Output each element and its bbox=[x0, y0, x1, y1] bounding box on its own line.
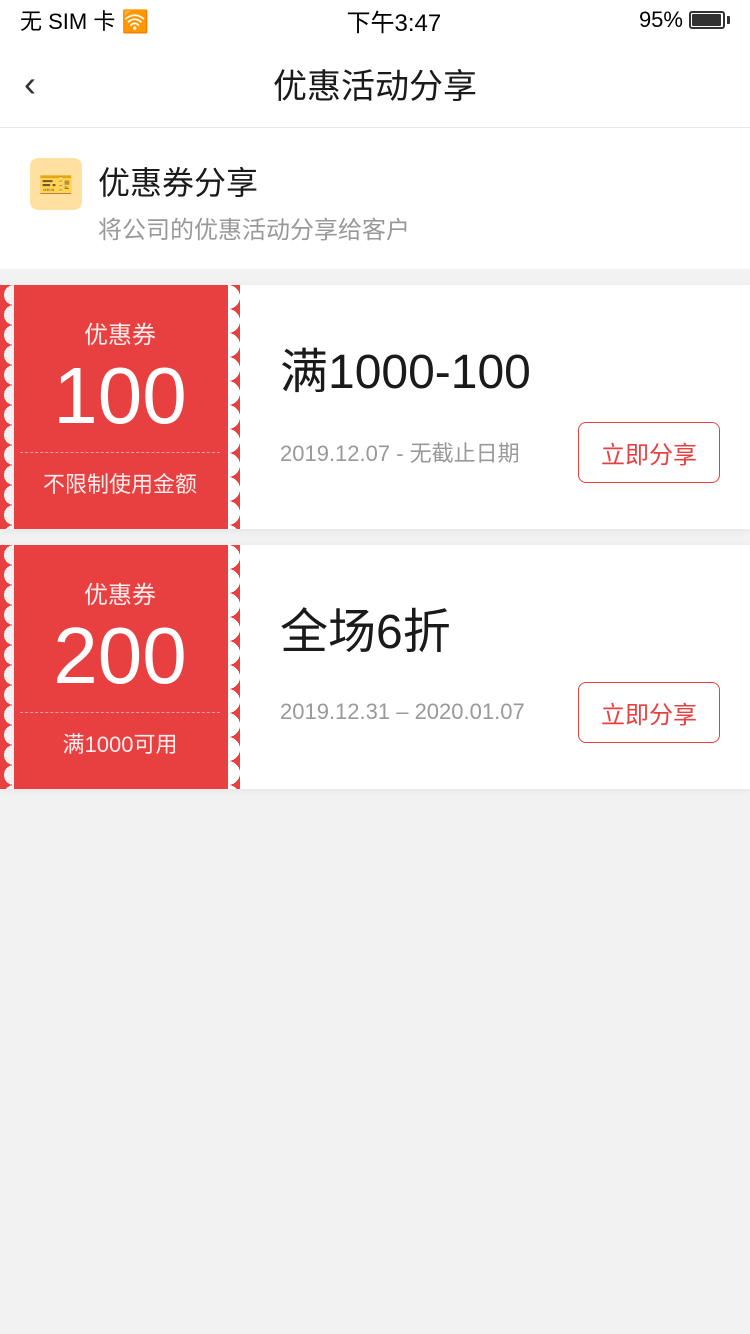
status-bar: 无 SIM 卡 🛜 下午3:47 95% bbox=[0, 0, 750, 40]
coupon-right-2: 全场6折 2019.12.31 – 2020.01.07 立即分享 bbox=[240, 545, 750, 789]
coupon-value-1: 100 bbox=[53, 356, 186, 436]
coupon-bottom-1: 2019.12.07 - 无截止日期 立即分享 bbox=[280, 422, 720, 483]
coupon-condition-1: 不限制使用金额 bbox=[43, 467, 197, 499]
coupon-divider-1 bbox=[20, 452, 220, 453]
coupon-list: 优惠券 100 不限制使用金额 满1000-100 2019.12.07 - 无… bbox=[0, 285, 750, 829]
coupon-name-1: 满1000-100 bbox=[280, 332, 720, 402]
battery-percentage: 95% bbox=[639, 7, 683, 33]
sim-label: 无 SIM 卡 🛜 bbox=[20, 4, 149, 36]
section-header: 🎫 优惠券分享 将公司的优惠活动分享给客户 bbox=[0, 128, 750, 269]
share-button-1[interactable]: 立即分享 bbox=[578, 422, 720, 483]
coupon-card-2: 优惠券 200 满1000可用 全场6折 2019.12.31 – 2020.0… bbox=[0, 545, 750, 789]
coupon-condition-2: 满1000可用 bbox=[63, 727, 178, 759]
coupon-value-2: 200 bbox=[53, 616, 186, 696]
coupon-card: 优惠券 100 不限制使用金额 满1000-100 2019.12.07 - 无… bbox=[0, 285, 750, 529]
coupon-name-2: 全场6折 bbox=[280, 592, 720, 662]
page-title: 优惠活动分享 bbox=[273, 59, 477, 108]
coupon-label-1: 优惠券 bbox=[84, 315, 156, 350]
back-button[interactable]: ‹ bbox=[24, 63, 36, 105]
status-left: 无 SIM 卡 🛜 bbox=[20, 4, 149, 36]
section-text: 优惠券分享 将公司的优惠活动分享给客户 bbox=[98, 158, 410, 245]
battery-icon bbox=[689, 11, 730, 29]
coupon-bottom-2: 2019.12.31 – 2020.01.07 立即分享 bbox=[280, 682, 720, 743]
section-subtitle: 将公司的优惠活动分享给客户 bbox=[98, 210, 410, 245]
content: 🎫 优惠券分享 将公司的优惠活动分享给客户 优惠券 100 不限制使用金额 满1… bbox=[0, 128, 750, 829]
coupon-date-2: 2019.12.31 – 2020.01.07 bbox=[280, 699, 562, 725]
coupon-right-1: 满1000-100 2019.12.07 - 无截止日期 立即分享 bbox=[240, 285, 750, 529]
status-time: 下午3:47 bbox=[347, 3, 442, 38]
coupon-left-2: 优惠券 200 满1000可用 bbox=[0, 545, 240, 789]
coupon-label-2: 优惠券 bbox=[84, 575, 156, 610]
share-button-2[interactable]: 立即分享 bbox=[578, 682, 720, 743]
coupon-divider-2 bbox=[20, 712, 220, 713]
coupon-date-1: 2019.12.07 - 无截止日期 bbox=[280, 436, 562, 468]
status-right: 95% bbox=[639, 7, 730, 33]
section-title: 优惠券分享 bbox=[98, 158, 410, 204]
section-icon: 🎫 bbox=[30, 158, 82, 210]
coupon-left-1: 优惠券 100 不限制使用金额 bbox=[0, 285, 240, 529]
nav-bar: ‹ 优惠活动分享 bbox=[0, 40, 750, 128]
